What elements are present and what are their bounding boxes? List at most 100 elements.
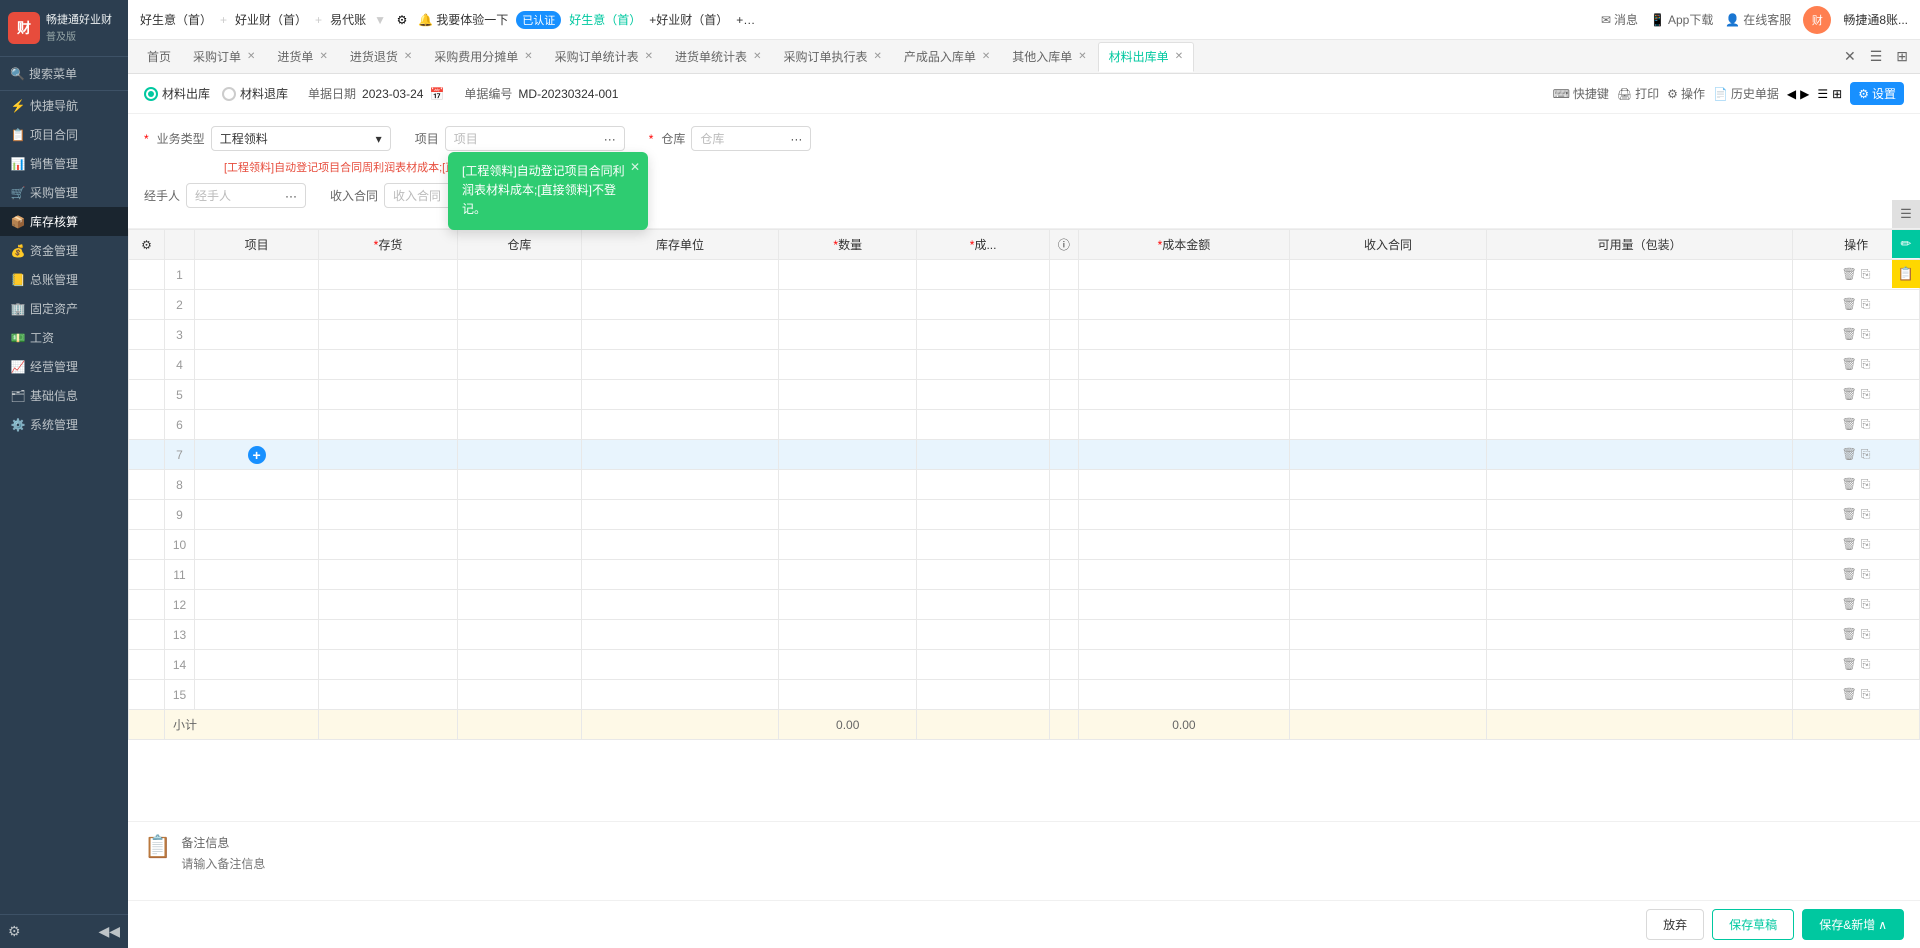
cell-inventory-14[interactable] xyxy=(319,650,457,680)
tab-purchase-order[interactable]: 采购订单✕ xyxy=(182,42,266,72)
cell-inventory-7[interactable] xyxy=(319,440,457,470)
copy-icon-6[interactable]: ⎘ xyxy=(1861,417,1871,432)
cell-quantity-7[interactable] xyxy=(779,440,917,470)
delete-icon-7[interactable]: 🗑 xyxy=(1842,447,1857,462)
close-incoming-stats[interactable]: ✕ xyxy=(753,51,761,62)
copy-icon-14[interactable]: ⎘ xyxy=(1861,657,1871,672)
cell-project-3[interactable] xyxy=(195,320,319,350)
online-service-btn[interactable]: 👤 在线客服 xyxy=(1725,11,1791,28)
calendar-icon[interactable]: 📅 xyxy=(429,87,444,101)
cell-income-contract-4[interactable] xyxy=(1290,350,1487,380)
user-avatar[interactable]: 财 xyxy=(1803,6,1831,34)
cell-cost-amount-1[interactable] xyxy=(1078,260,1289,290)
save-draft-btn[interactable]: 保存草稿 xyxy=(1712,909,1794,940)
close-material-outbound[interactable]: ✕ xyxy=(1175,51,1183,62)
cell-income-contract-15[interactable] xyxy=(1290,680,1487,710)
copy-icon-7[interactable]: ⎘ xyxy=(1861,447,1871,462)
sidebar-collapse-btn[interactable]: ◀◀ xyxy=(98,923,120,940)
sidebar-item-operations[interactable]: 📈 经营管理 xyxy=(0,352,128,381)
cell-cost-unit-15[interactable] xyxy=(917,680,1049,710)
cell-cost-amount-12[interactable] xyxy=(1078,590,1289,620)
discard-btn[interactable]: 放弃 xyxy=(1646,909,1704,940)
cell-add-btn-7[interactable]: + xyxy=(195,440,319,470)
cell-cost-unit-4[interactable] xyxy=(917,350,1049,380)
topbar-link-experience[interactable]: 🔔 我要体验一下 xyxy=(418,11,508,28)
cell-cost-unit-3[interactable] xyxy=(917,320,1049,350)
delete-icon-15[interactable]: 🗑 xyxy=(1842,687,1857,702)
prev-btn[interactable]: ◀ xyxy=(1787,87,1796,101)
business-type-input[interactable]: 工程领料 ▾ xyxy=(211,126,391,151)
close-incoming-return[interactable]: ✕ xyxy=(404,51,412,62)
cell-warehouse-14[interactable] xyxy=(457,650,581,680)
notes-input[interactable] xyxy=(181,855,1904,885)
topbar-link-haoshengyi[interactable]: 好生意（首） xyxy=(140,11,212,28)
sidebar-item-payroll[interactable]: 💵 工资 xyxy=(0,323,128,352)
cell-project-8[interactable] xyxy=(195,470,319,500)
cell-project-9[interactable] xyxy=(195,500,319,530)
print-btn[interactable]: 🖨 打印 xyxy=(1617,85,1659,102)
cell-warehouse-1[interactable] xyxy=(457,260,581,290)
cell-inventory-3[interactable] xyxy=(319,320,457,350)
cell-cost-amount-4[interactable] xyxy=(1078,350,1289,380)
cell-inventory-8[interactable] xyxy=(319,470,457,500)
sidebar-item-purchase[interactable]: 🛒 采购管理 xyxy=(0,178,128,207)
cell-cost-amount-5[interactable] xyxy=(1078,380,1289,410)
cell-income-contract-6[interactable] xyxy=(1290,410,1487,440)
cell-income-contract-11[interactable] xyxy=(1290,560,1487,590)
cell-warehouse-7[interactable] xyxy=(457,440,581,470)
cell-inventory-11[interactable] xyxy=(319,560,457,590)
copy-icon-11[interactable]: ⎘ xyxy=(1861,567,1871,582)
cell-project-11[interactable] xyxy=(195,560,319,590)
cell-inventory-4[interactable] xyxy=(319,350,457,380)
delete-icon-1[interactable]: 🗑 xyxy=(1842,267,1857,282)
shortcut-key-btn[interactable]: ⌨ 快捷键 xyxy=(1553,85,1609,102)
cell-cost-unit-8[interactable] xyxy=(917,470,1049,500)
cell-income-contract-9[interactable] xyxy=(1290,500,1487,530)
delete-icon-8[interactable]: 🗑 xyxy=(1842,477,1857,492)
copy-icon-5[interactable]: ⎘ xyxy=(1861,387,1871,402)
cell-income-contract-10[interactable] xyxy=(1290,530,1487,560)
next-btn[interactable]: ▶ xyxy=(1800,87,1809,101)
col-settings[interactable]: ⚙ xyxy=(129,230,165,260)
sidebar-item-shortcut[interactable]: ⚡ 快捷导航 xyxy=(0,91,128,120)
copy-icon-12[interactable]: ⎘ xyxy=(1861,597,1871,612)
cell-warehouse-8[interactable] xyxy=(457,470,581,500)
warehouse-input[interactable]: 仓库 ··· xyxy=(691,126,811,151)
cell-cost-unit-14[interactable] xyxy=(917,650,1049,680)
cell-cost-unit-7[interactable] xyxy=(917,440,1049,470)
close-purchase-order[interactable]: ✕ xyxy=(247,51,255,62)
cell-cost-unit-5[interactable] xyxy=(917,380,1049,410)
cell-income-contract-5[interactable] xyxy=(1290,380,1487,410)
cell-warehouse-5[interactable] xyxy=(457,380,581,410)
delete-icon-12[interactable]: 🗑 xyxy=(1842,597,1857,612)
cell-project-13[interactable] xyxy=(195,620,319,650)
cell-quantity-2[interactable] xyxy=(779,290,917,320)
right-btn-1[interactable]: ☰ xyxy=(1892,200,1920,228)
cell-cost-unit-2[interactable] xyxy=(917,290,1049,320)
cell-cost-amount-15[interactable] xyxy=(1078,680,1289,710)
sidebar-search[interactable]: 🔍 搜索菜单 xyxy=(0,57,128,91)
tooltip-close-btn[interactable]: ✕ xyxy=(630,158,640,177)
bill-date-value[interactable]: 2023-03-24 xyxy=(362,87,423,101)
cell-warehouse-4[interactable] xyxy=(457,350,581,380)
tab-product-inbound[interactable]: 产成品入库单✕ xyxy=(893,42,1001,72)
close-product-inbound[interactable]: ✕ xyxy=(982,51,990,62)
copy-icon-2[interactable]: ⎘ xyxy=(1861,297,1871,312)
cell-quantity-4[interactable] xyxy=(779,350,917,380)
delete-icon-13[interactable]: 🗑 xyxy=(1842,627,1857,642)
sidebar-item-ledger[interactable]: 📒 总账管理 xyxy=(0,265,128,294)
cell-warehouse-15[interactable] xyxy=(457,680,581,710)
cell-cost-amount-3[interactable] xyxy=(1078,320,1289,350)
cell-quantity-13[interactable] xyxy=(779,620,917,650)
delete-icon-6[interactable]: 🗑 xyxy=(1842,417,1857,432)
cell-inventory-5[interactable] xyxy=(319,380,457,410)
cell-quantity-10[interactable] xyxy=(779,530,917,560)
sidebar-item-inventory[interactable]: 📦 库存核算 xyxy=(0,207,128,236)
cell-cost-amount-10[interactable] xyxy=(1078,530,1289,560)
view-grid-btn[interactable]: ⊞ xyxy=(1832,87,1842,101)
cell-inventory-1[interactable] xyxy=(319,260,457,290)
cell-project-4[interactable] xyxy=(195,350,319,380)
settings-icon[interactable]: ⚙ xyxy=(394,12,410,28)
cell-income-contract-14[interactable] xyxy=(1290,650,1487,680)
project-input[interactable]: 项目 ··· xyxy=(445,126,625,151)
